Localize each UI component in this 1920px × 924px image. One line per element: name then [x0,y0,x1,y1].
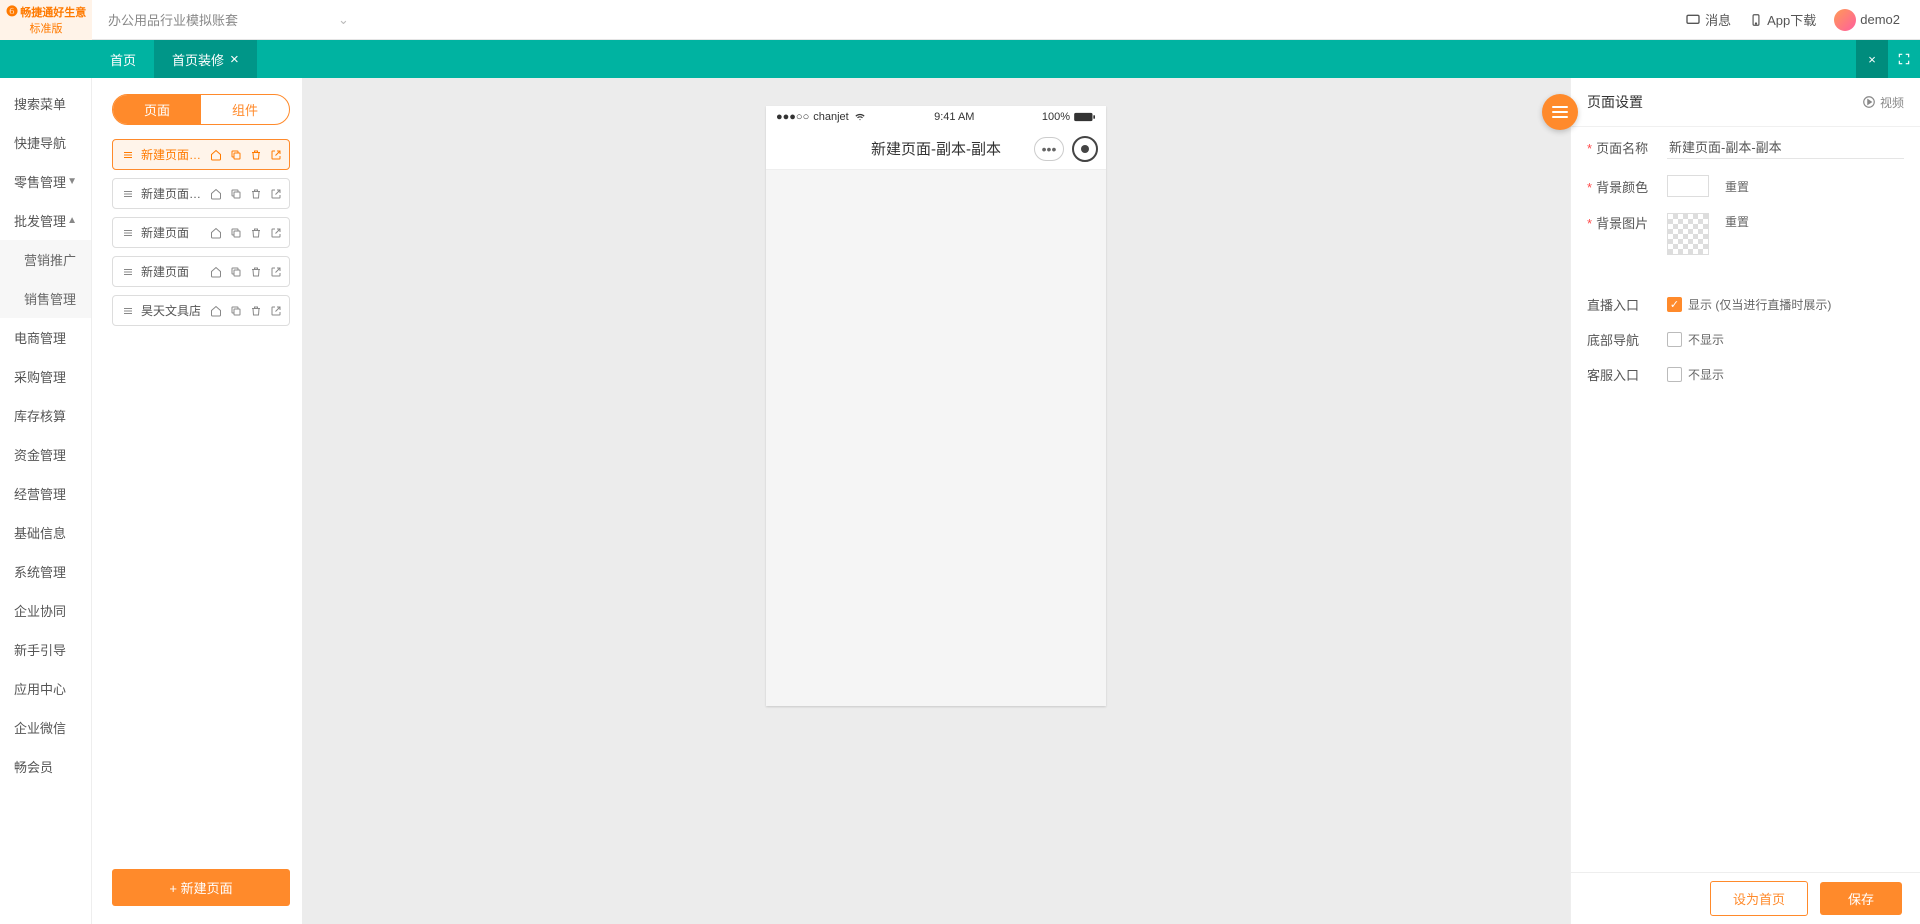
close-icon[interactable]: × [230,51,239,68]
save-button[interactable]: 保存 [1820,882,1902,915]
tab-home[interactable]: 首页 [92,40,154,78]
more-icon[interactable]: ••• [1034,137,1064,161]
avatar [1834,9,1856,31]
copy-icon[interactable] [229,265,243,279]
nav-ecommerce[interactable]: 电商管理 [0,318,91,357]
external-icon[interactable] [269,226,283,240]
page-list-item[interactable]: 昊天文具店 [112,295,290,326]
bg-image-reset[interactable]: 重置 [1725,213,1749,230]
nav-appcenter[interactable]: 应用中心 [0,669,91,708]
app-download-link[interactable]: App下载 [1749,10,1816,29]
phone-title: 新建页面-副本-副本 [871,138,1001,159]
pill-tabs: 页面 组件 [112,94,290,125]
battery-icon [1074,112,1096,122]
chevron-down-icon: ⌄ [338,12,349,28]
brand-logo: ❻畅捷通好生意 标准版 [0,0,92,40]
nav-wechat[interactable]: 企业微信 [0,708,91,747]
nav-search[interactable]: 搜索菜单 [0,84,91,123]
bottomnav-checkbox[interactable] [1667,332,1682,347]
delete-icon[interactable] [249,148,263,162]
chevron-down-icon: ▼ [67,176,77,187]
external-icon[interactable] [269,148,283,162]
delete-icon[interactable] [249,304,263,318]
user-menu[interactable]: demo2 [1834,9,1900,31]
copy-icon[interactable] [229,187,243,201]
home-icon[interactable] [209,304,223,318]
drag-icon[interactable] [121,304,135,318]
new-page-button[interactable]: + 新建页面 [112,869,290,906]
top-bar: ❻畅捷通好生意 标准版 办公用品行业模拟账套 ⌄ 消息 App下载 demo2 [0,0,1920,40]
external-icon[interactable] [269,265,283,279]
home-icon[interactable] [209,148,223,162]
signal-icon: ●●●○○ [776,111,809,123]
nav-retail[interactable]: 零售管理▼ [0,162,91,201]
pill-page[interactable]: 页面 [113,95,201,124]
page-list-item[interactable]: 新建页面 [112,256,290,287]
settings-panel: 页面设置 视频 *页面名称 *背景颜色 重置 *背景图片 重置 [1570,78,1920,924]
nav-cooperation[interactable]: 企业协同 [0,591,91,630]
menu-fab[interactable] [1542,94,1578,130]
page-list-item[interactable]: 新建页面-副本-... [112,139,290,170]
external-icon[interactable] [269,304,283,318]
set-home-button[interactable]: 设为首页 [1710,881,1808,916]
nav-finance[interactable]: 资金管理 [0,435,91,474]
drag-icon[interactable] [121,148,135,162]
page-item-label: 新建页面 [141,263,203,280]
video-link[interactable]: 视频 [1862,94,1904,111]
page-name-input[interactable] [1667,135,1904,159]
nav-guide[interactable]: 新手引导 [0,630,91,669]
copy-icon[interactable] [229,304,243,318]
page-item-label: 昊天文具店 [141,302,203,319]
drag-icon[interactable] [121,226,135,240]
phone-preview: ●●●○○ chanjet 9:41 AM 100% [766,106,1106,706]
tab-bar: 首页 首页装修 × × [0,40,1920,78]
target-icon[interactable] [1072,136,1098,162]
nav-marketing[interactable]: 营销推广 [0,240,91,279]
pill-component[interactable]: 组件 [201,95,289,124]
delete-icon[interactable] [249,265,263,279]
home-icon[interactable] [209,265,223,279]
bg-color-reset[interactable]: 重置 [1725,178,1749,195]
mobile-icon [1749,12,1763,28]
panel-title: 页面设置 [1587,92,1643,112]
nav-system[interactable]: 系统管理 [0,552,91,591]
drag-icon[interactable] [121,187,135,201]
page-item-label: 新建页面-副本 [141,185,203,202]
nav-sales[interactable]: 销售管理 [0,279,91,318]
delete-icon[interactable] [249,226,263,240]
bg-color-swatch[interactable] [1667,175,1709,197]
page-list-item[interactable]: 新建页面 [112,217,290,248]
service-checkbox[interactable] [1667,367,1682,382]
page-item-label: 新建页面-副本-... [141,146,203,163]
external-icon[interactable] [269,187,283,201]
nav-member[interactable]: 畅会员 [0,747,91,786]
delete-icon[interactable] [249,187,263,201]
home-icon[interactable] [209,226,223,240]
drag-icon[interactable] [121,265,135,279]
home-icon[interactable] [209,187,223,201]
nav-inventory[interactable]: 库存核算 [0,396,91,435]
copy-icon[interactable] [229,148,243,162]
messages-link[interactable]: 消息 [1685,10,1731,29]
chat-icon [1685,12,1701,28]
tab-close-all[interactable]: × [1856,40,1888,78]
fullscreen-icon[interactable] [1888,40,1920,78]
nav-purchase[interactable]: 采购管理 [0,357,91,396]
nav-base[interactable]: 基础信息 [0,513,91,552]
chevron-up-icon: ▲ [67,215,77,226]
nav-quick[interactable]: 快捷导航 [0,123,91,162]
nav-wholesale[interactable]: 批发管理▲ [0,201,91,240]
page-list-item[interactable]: 新建页面-副本 [112,178,290,209]
tab-decorate[interactable]: 首页装修 × [154,40,257,78]
bg-image-swatch[interactable] [1667,213,1709,255]
canvas: ●●●○○ chanjet 9:41 AM 100% [302,78,1570,924]
live-checkbox[interactable]: ✓ [1667,297,1682,312]
nav-operation[interactable]: 经营管理 [0,474,91,513]
side-nav: 搜索菜单 快捷导航 零售管理▼ 批发管理▲ 营销推广 销售管理 电商管理 采购管… [0,78,92,924]
page-list-panel: 页面 组件 新建页面-副本-...新建页面-副本新建页面新建页面昊天文具店 + … [92,78,302,924]
copy-icon[interactable] [229,226,243,240]
wifi-icon [853,112,867,122]
workspace-dropdown[interactable]: 办公用品行业模拟账套 ⌄ [108,10,349,29]
page-item-label: 新建页面 [141,224,203,241]
